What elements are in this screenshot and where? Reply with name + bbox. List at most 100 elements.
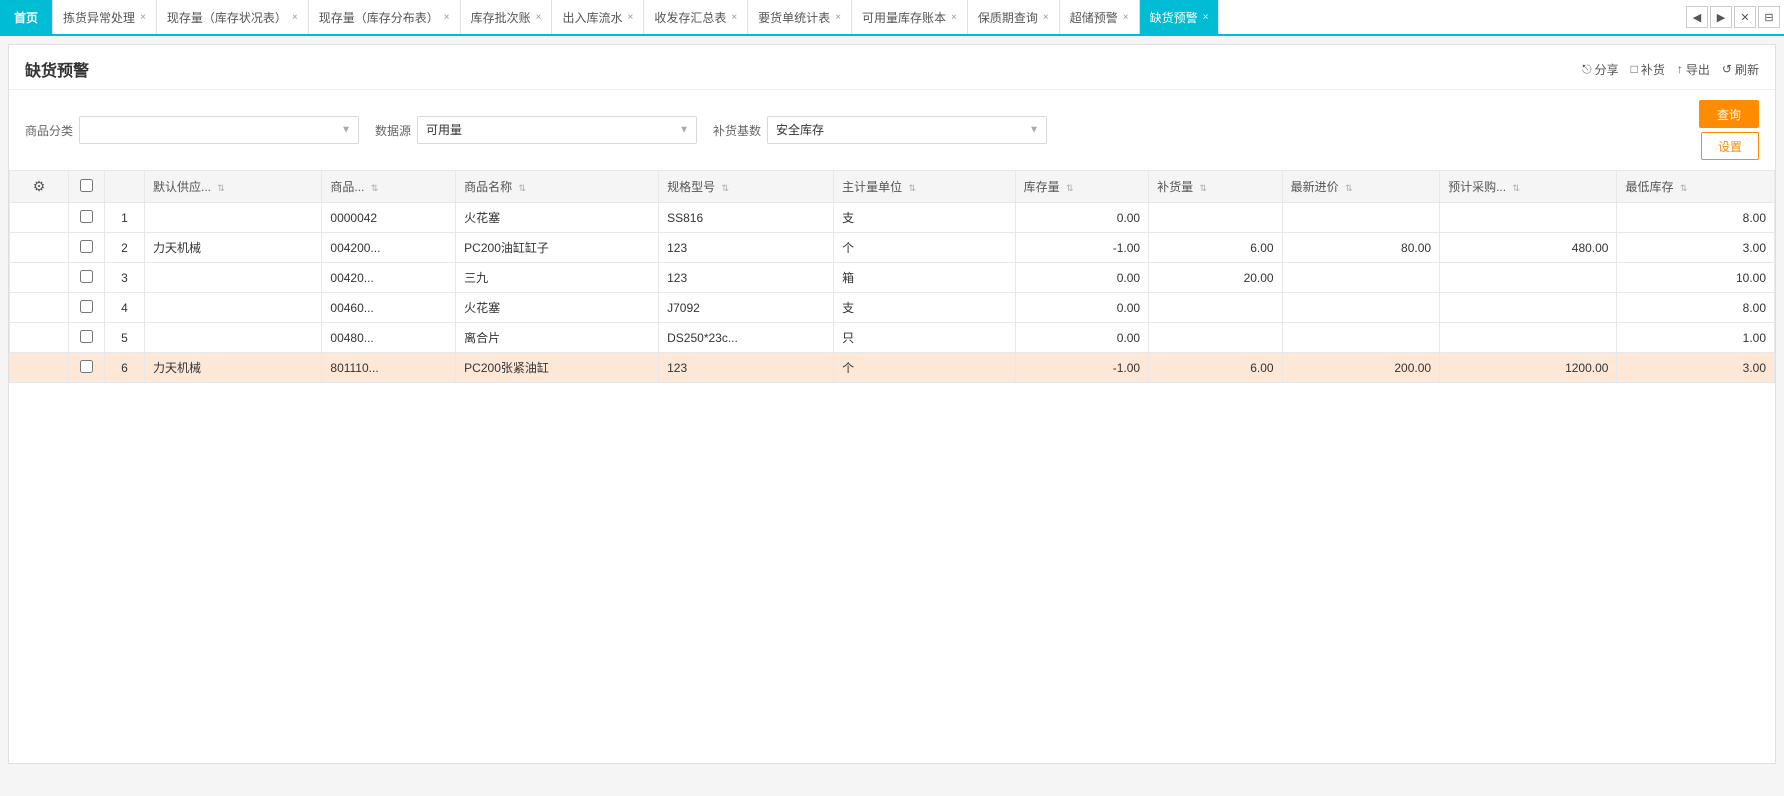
row-checkbox-cell[interactable]	[68, 323, 104, 353]
th-stock[interactable]: 库存量 ⇅	[1015, 171, 1149, 203]
th-est-purchase[interactable]: 预计采购... ⇅	[1440, 171, 1617, 203]
tab-inventory-dist[interactable]: 现存量（库存分布表） ×	[309, 0, 461, 35]
th-replenish-qty-label: 补货量	[1157, 180, 1193, 194]
tab-inout-flow-label: 出入库流水	[562, 9, 622, 26]
th-default-supplier-label: 默认供应...	[153, 180, 211, 194]
th-unit[interactable]: 主计量单位 ⇅	[834, 171, 1015, 203]
replenish-base-select[interactable]: 安全库存	[767, 116, 1047, 144]
export-icon: ↑	[1677, 62, 1683, 76]
row-stock-cell: -1.00	[1015, 233, 1149, 263]
query-button[interactable]: 查询	[1699, 100, 1759, 128]
row-supplier-cell: 力天机械	[144, 353, 321, 383]
row-checkbox[interactable]	[80, 210, 93, 223]
tab-close-all-button[interactable]: ⊟	[1758, 6, 1780, 28]
th-spec-label: 规格型号	[667, 180, 715, 194]
tab-batch-account[interactable]: 库存批次账 ×	[461, 0, 553, 35]
tab-home-label: 首页	[14, 9, 38, 26]
page-header: 缺货预警 ⎋ 分享 □ 补货 ↑ 导出 ↺ 刷新	[9, 45, 1775, 90]
tab-inventory-status[interactable]: 现存量（库存状况表） ×	[157, 0, 309, 35]
row-stock-cell: -1.00	[1015, 353, 1149, 383]
row-num-cell: 5	[104, 323, 144, 353]
replenish-button[interactable]: □ 补货	[1631, 61, 1665, 78]
th-spec-sort-icon: ⇅	[721, 183, 729, 193]
tab-order-stats[interactable]: 要货单统计表 ×	[748, 0, 852, 35]
th-checkbox[interactable]	[68, 171, 104, 203]
refresh-button[interactable]: ↺ 刷新	[1722, 61, 1759, 78]
tab-overstock[interactable]: 超储预警 ×	[1060, 0, 1140, 35]
tab-shortage-label: 缺货预警	[1150, 9, 1198, 26]
replenish-icon: □	[1631, 62, 1638, 76]
row-replenish-cell: 6.00	[1149, 353, 1283, 383]
row-name-cell: PC200张紧油缸	[456, 353, 659, 383]
tab-batch-account-close[interactable]: ×	[536, 12, 542, 23]
datasource-select[interactable]: 可用量	[417, 116, 697, 144]
tab-order-stats-close[interactable]: ×	[835, 12, 841, 23]
tab-expiry-query-label: 保质期查询	[978, 9, 1038, 26]
settings-button[interactable]: 设置	[1701, 132, 1759, 160]
tab-home[interactable]: 首页	[0, 0, 53, 35]
tab-nav-buttons: ◀ ▶ ✕ ⊟	[1684, 6, 1784, 28]
category-select[interactable]	[79, 116, 359, 144]
tab-available-ledger-close[interactable]: ×	[951, 12, 957, 23]
row-checkbox-cell[interactable]	[68, 353, 104, 383]
row-checkbox-cell[interactable]	[68, 293, 104, 323]
tab-abnormal[interactable]: 拣货异常处理 ×	[53, 0, 157, 35]
th-rownum	[104, 171, 144, 203]
refresh-icon: ↺	[1722, 62, 1732, 76]
tab-order-stats-label: 要货单统计表	[758, 9, 830, 26]
tab-inout-flow[interactable]: 出入库流水 ×	[552, 0, 644, 35]
th-replenish-qty[interactable]: 补货量 ⇅	[1149, 171, 1283, 203]
select-all-checkbox[interactable]	[80, 179, 93, 192]
tab-collect-summary-close[interactable]: ×	[731, 12, 737, 23]
category-label: 商品分类	[25, 122, 73, 139]
row-price-cell	[1282, 293, 1439, 323]
row-checkbox-cell[interactable]	[68, 203, 104, 233]
th-spec[interactable]: 规格型号 ⇅	[659, 171, 834, 203]
th-product-name[interactable]: 商品名称 ⇅	[456, 171, 659, 203]
row-code-cell: 801110...	[322, 353, 456, 383]
th-latest-price[interactable]: 最新进价 ⇅	[1282, 171, 1439, 203]
th-product-code[interactable]: 商品... ⇅	[322, 171, 456, 203]
th-default-supplier[interactable]: 默认供应... ⇅	[144, 171, 321, 203]
tab-shortage[interactable]: 缺货预警 ×	[1140, 0, 1220, 35]
th-settings[interactable]: ⚙	[10, 171, 69, 203]
tab-prev-button[interactable]: ◀	[1686, 6, 1708, 28]
tab-expiry-query-close[interactable]: ×	[1043, 12, 1049, 23]
th-min-stock[interactable]: 最低库存 ⇅	[1617, 171, 1775, 203]
row-spec-cell: DS250*23c...	[659, 323, 834, 353]
tab-next-button[interactable]: ▶	[1710, 6, 1732, 28]
tab-inout-flow-close[interactable]: ×	[627, 12, 633, 23]
tab-collect-summary[interactable]: 收发存汇总表 ×	[644, 0, 748, 35]
tab-overstock-close[interactable]: ×	[1123, 12, 1129, 23]
tab-inventory-status-label: 现存量（库存状况表）	[167, 9, 287, 26]
share-button[interactable]: ⎋ 分享	[1582, 61, 1619, 78]
row-code-cell: 00420...	[322, 263, 456, 293]
row-spec-cell: 123	[659, 233, 834, 263]
row-checkbox[interactable]	[80, 240, 93, 253]
row-replenish-cell: 20.00	[1149, 263, 1283, 293]
row-unit-cell: 支	[834, 293, 1015, 323]
replenish-label: 补货	[1641, 61, 1665, 78]
category-select-wrapper: ▼	[79, 116, 359, 144]
row-checkbox-cell[interactable]	[68, 263, 104, 293]
row-min-stock-cell: 3.00	[1617, 233, 1775, 263]
export-button[interactable]: ↑ 导出	[1677, 61, 1710, 78]
tab-available-ledger[interactable]: 可用量库存账本 ×	[852, 0, 968, 35]
th-min-stock-label: 最低库存	[1625, 180, 1673, 194]
row-checkbox[interactable]	[80, 360, 93, 373]
row-settings-cell	[10, 233, 69, 263]
row-checkbox[interactable]	[80, 330, 93, 343]
tab-close-other-button[interactable]: ✕	[1734, 6, 1756, 28]
row-checkbox-cell[interactable]	[68, 233, 104, 263]
row-checkbox[interactable]	[80, 270, 93, 283]
row-price-cell	[1282, 323, 1439, 353]
row-checkbox[interactable]	[80, 300, 93, 313]
tab-inventory-status-close[interactable]: ×	[292, 12, 298, 23]
tab-shortage-close[interactable]: ×	[1203, 12, 1209, 23]
tab-expiry-query[interactable]: 保质期查询 ×	[968, 0, 1060, 35]
tab-inventory-dist-close[interactable]: ×	[444, 12, 450, 23]
settings-gear-icon[interactable]: ⚙	[33, 178, 46, 194]
tab-abnormal-close[interactable]: ×	[140, 12, 146, 23]
table-row: 2 力天机械 004200... PC200油缸缸子 123 个 -1.00 6…	[10, 233, 1775, 263]
row-unit-cell: 只	[834, 323, 1015, 353]
